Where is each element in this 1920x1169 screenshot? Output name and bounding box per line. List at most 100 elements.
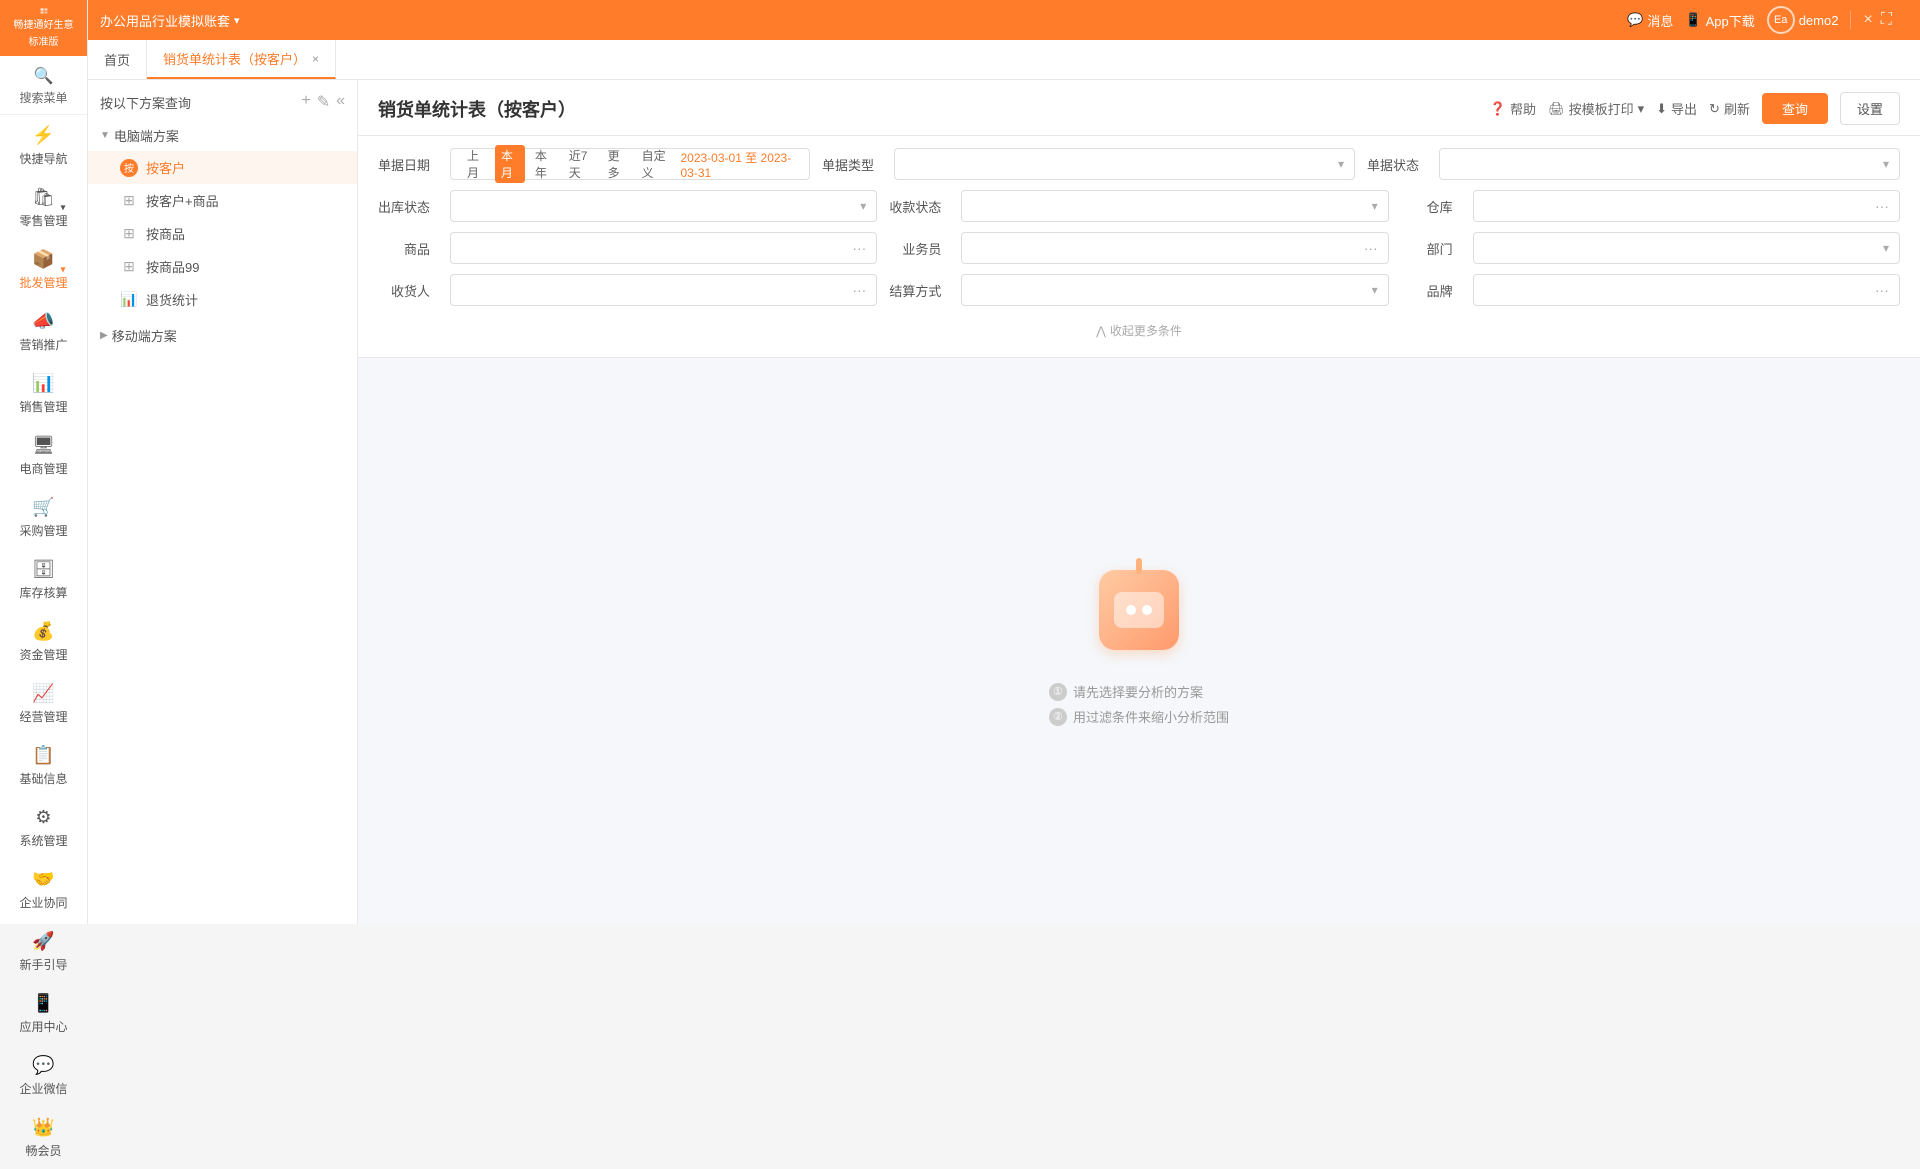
enterprise-icon: 🤝 bbox=[32, 869, 54, 890]
date-tab-7days[interactable]: 近7天 bbox=[563, 145, 598, 183]
tab-sales-stat[interactable]: 销货单统计表（按客户） × bbox=[147, 40, 336, 79]
receiver-filter[interactable]: ··· bbox=[450, 274, 877, 306]
salesperson-dots-icon[interactable]: ··· bbox=[1364, 240, 1378, 256]
group-expand-icon: ▼ bbox=[100, 130, 110, 141]
scheme-item-by-customer-product[interactable]: ⊞ 按客户+商品 bbox=[88, 184, 357, 217]
department-filter[interactable]: ▾ bbox=[1473, 232, 1900, 264]
user-name: demo2 bbox=[1799, 13, 1839, 28]
query-btn[interactable]: 查询 bbox=[1762, 93, 1828, 124]
sidebar-item-wholesale[interactable]: 📦 批发管理 bbox=[15, 239, 71, 301]
sidebar-item-operation[interactable]: 📈经营管理 bbox=[15, 673, 71, 735]
help-btn[interactable]: ❓ 帮助 bbox=[1490, 99, 1536, 118]
product-label: 商品 bbox=[378, 239, 438, 258]
member-icon: 👑 bbox=[32, 1117, 54, 1138]
tab-bar: 首页 销货单统计表（按客户） × bbox=[88, 40, 1920, 80]
search-menu[interactable]: 🔍 搜索菜单 bbox=[0, 56, 87, 115]
sidebar-item-member[interactable]: 👑畅会员 bbox=[15, 1107, 71, 1169]
filter-area: 单据日期 上月 本月 本年 近7天 更多 自定义 2023-03-01 至 20… bbox=[358, 136, 1920, 358]
salesperson-label: 业务员 bbox=[889, 239, 949, 258]
department-arrow-icon: ▾ bbox=[1883, 241, 1889, 255]
sidebar-item-marketing[interactable]: 📣营销推广 bbox=[15, 301, 71, 363]
brand-dots-icon[interactable]: ··· bbox=[1875, 282, 1889, 298]
date-tab-more[interactable]: 更多 bbox=[602, 145, 632, 183]
settlement-label: 结算方式 bbox=[889, 281, 949, 300]
sidebar-item-system[interactable]: ⚙ 系统管理 bbox=[15, 797, 71, 859]
sidebar-item-enterprise[interactable]: 🤝企业协同 bbox=[15, 859, 71, 921]
collapse-panel-btn[interactable]: « bbox=[336, 92, 345, 112]
refresh-btn[interactable]: ↻ 刷新 bbox=[1709, 99, 1750, 118]
scheme-group-desktop-header[interactable]: ▼ 电脑端方案 bbox=[88, 120, 357, 151]
scheme-group-mobile: ▶ 移动端方案 bbox=[88, 320, 357, 351]
edit-scheme-btn[interactable]: ✎ bbox=[317, 92, 330, 112]
sidebar-item-sales[interactable]: 📊销售管理 bbox=[15, 363, 71, 425]
tab-close-btn[interactable]: × bbox=[312, 52, 319, 66]
receipt-status-arrow-icon: ▾ bbox=[1372, 199, 1378, 213]
date-tab-this-month[interactable]: 本月 bbox=[495, 145, 525, 183]
sidebar-item-ecommerce[interactable]: 🖥电商管理 bbox=[15, 425, 71, 487]
ecommerce-icon: 🖥 bbox=[32, 435, 55, 456]
product-dots-icon[interactable]: ··· bbox=[852, 240, 866, 256]
scheme-item-by-product[interactable]: ⊞ 按商品 bbox=[88, 217, 357, 250]
sidebar-item-inventory[interactable]: 🗄库存核算 bbox=[15, 549, 71, 611]
date-tab-custom[interactable]: 自定义 bbox=[636, 145, 675, 183]
logo-icon bbox=[26, 8, 62, 14]
message-btn[interactable]: 💬 消息 bbox=[1627, 11, 1673, 30]
sidebar-item-newbie[interactable]: 🚀新手引导 bbox=[15, 921, 71, 983]
setting-btn[interactable]: 设置 bbox=[1840, 92, 1900, 125]
doc-type-filter[interactable]: ▾ bbox=[894, 148, 1355, 180]
date-tab-this-year[interactable]: 本年 bbox=[529, 145, 559, 183]
sidebar-item-basic[interactable]: 📋基础信息 bbox=[15, 735, 71, 797]
date-tab-last-month[interactable]: 上月 bbox=[461, 145, 491, 183]
refresh-label: 刷新 bbox=[1724, 99, 1750, 118]
warehouse-filter[interactable]: ··· bbox=[1473, 190, 1900, 222]
receiver-dots-icon[interactable]: ··· bbox=[852, 282, 866, 298]
salesperson-filter[interactable]: ··· bbox=[961, 232, 1388, 264]
hint-num-1: ① bbox=[1049, 683, 1067, 701]
settlement-filter[interactable]: ▾ bbox=[961, 274, 1388, 306]
wholesale-icon: 📦 bbox=[32, 249, 54, 270]
warehouse-dots-icon[interactable]: ··· bbox=[1875, 198, 1889, 214]
sidebar-item-appstore[interactable]: 📱应用中心 bbox=[15, 983, 71, 1045]
print-btn[interactable]: 🖨 按模板打印 ▾ bbox=[1548, 99, 1644, 118]
account-selector[interactable]: 办公用品行业模拟账套 ▾ bbox=[100, 11, 240, 30]
collapse-bar[interactable]: ⋀ 收起更多条件 bbox=[378, 316, 1900, 345]
tab-home[interactable]: 首页 bbox=[88, 40, 147, 79]
page-header: 销货单统计表（按客户） ❓ 帮助 🖨 按模板打印 ▾ ⬇ 导出 bbox=[358, 80, 1920, 136]
scheme-item-icon-chart: 📊 bbox=[120, 291, 138, 309]
sidebar-item-quick-nav[interactable]: ⚡ 快捷导航 bbox=[0, 115, 87, 177]
receipt-status-filter[interactable]: ▾ bbox=[961, 190, 1388, 222]
sidebar-item-retail[interactable]: 🛍零售管理 bbox=[15, 177, 71, 239]
appstore-icon: 📱 bbox=[32, 993, 54, 1014]
scheme-item-return-stat[interactable]: 📊 退货统计 bbox=[88, 283, 357, 316]
sidebar-item-finance[interactable]: 💰资金管理 bbox=[15, 611, 71, 673]
brand-filter[interactable]: ··· bbox=[1473, 274, 1900, 306]
add-scheme-btn[interactable]: + bbox=[301, 92, 310, 112]
sidebar-item-label-wholesale: 批发管理 bbox=[19, 274, 67, 291]
system-icon: ⚙ bbox=[35, 807, 51, 828]
print-icon: 🖨 bbox=[1548, 101, 1565, 117]
sidebar-item-label-system: 系统管理 bbox=[19, 832, 67, 849]
scheme-item-icon-grid1: ⊞ bbox=[120, 192, 138, 210]
scheme-group-mobile-header[interactable]: ▶ 移动端方案 bbox=[88, 320, 357, 351]
out-status-filter[interactable]: ▾ bbox=[450, 190, 877, 222]
app-download-icon: 📱 bbox=[1685, 12, 1701, 28]
chevron-down-icon: ▾ bbox=[234, 14, 240, 27]
sidebar-item-purchase[interactable]: 🛒采购管理 bbox=[15, 487, 71, 549]
user-menu[interactable]: Ea demo2 bbox=[1767, 6, 1839, 34]
sidebar-item-label-basic: 基础信息 bbox=[19, 770, 67, 787]
close-window-btn[interactable]: × bbox=[1863, 11, 1872, 29]
scheme-item-by-product-99[interactable]: ⊞ 按商品99 bbox=[88, 250, 357, 283]
scheme-item-by-customer[interactable]: 按 按客户 bbox=[88, 151, 357, 184]
wechat-icon: 💬 bbox=[32, 1055, 54, 1076]
scheme-item-icon-grid2: ⊞ bbox=[120, 225, 138, 243]
scheme-group-desktop-label: 电脑端方案 bbox=[114, 126, 179, 145]
doc-status-filter[interactable]: ▾ bbox=[1439, 148, 1900, 180]
product-filter[interactable]: ··· bbox=[450, 232, 877, 264]
date-filter[interactable]: 上月 本月 本年 近7天 更多 自定义 2023-03-01 至 2023-03… bbox=[450, 148, 810, 180]
app-download-btn[interactable]: 📱 App下载 bbox=[1685, 11, 1754, 30]
fullscreen-btn[interactable]: ⛶ bbox=[1881, 11, 1892, 29]
export-btn[interactable]: ⬇ 导出 bbox=[1656, 99, 1697, 118]
empty-hints: ① 请先选择要分析的方案 ② 用过滤条件来缩小分析范围 bbox=[1049, 682, 1229, 732]
sidebar-item-wechat[interactable]: 💬企业微信 bbox=[15, 1045, 71, 1107]
avatar: Ea bbox=[1767, 6, 1795, 34]
